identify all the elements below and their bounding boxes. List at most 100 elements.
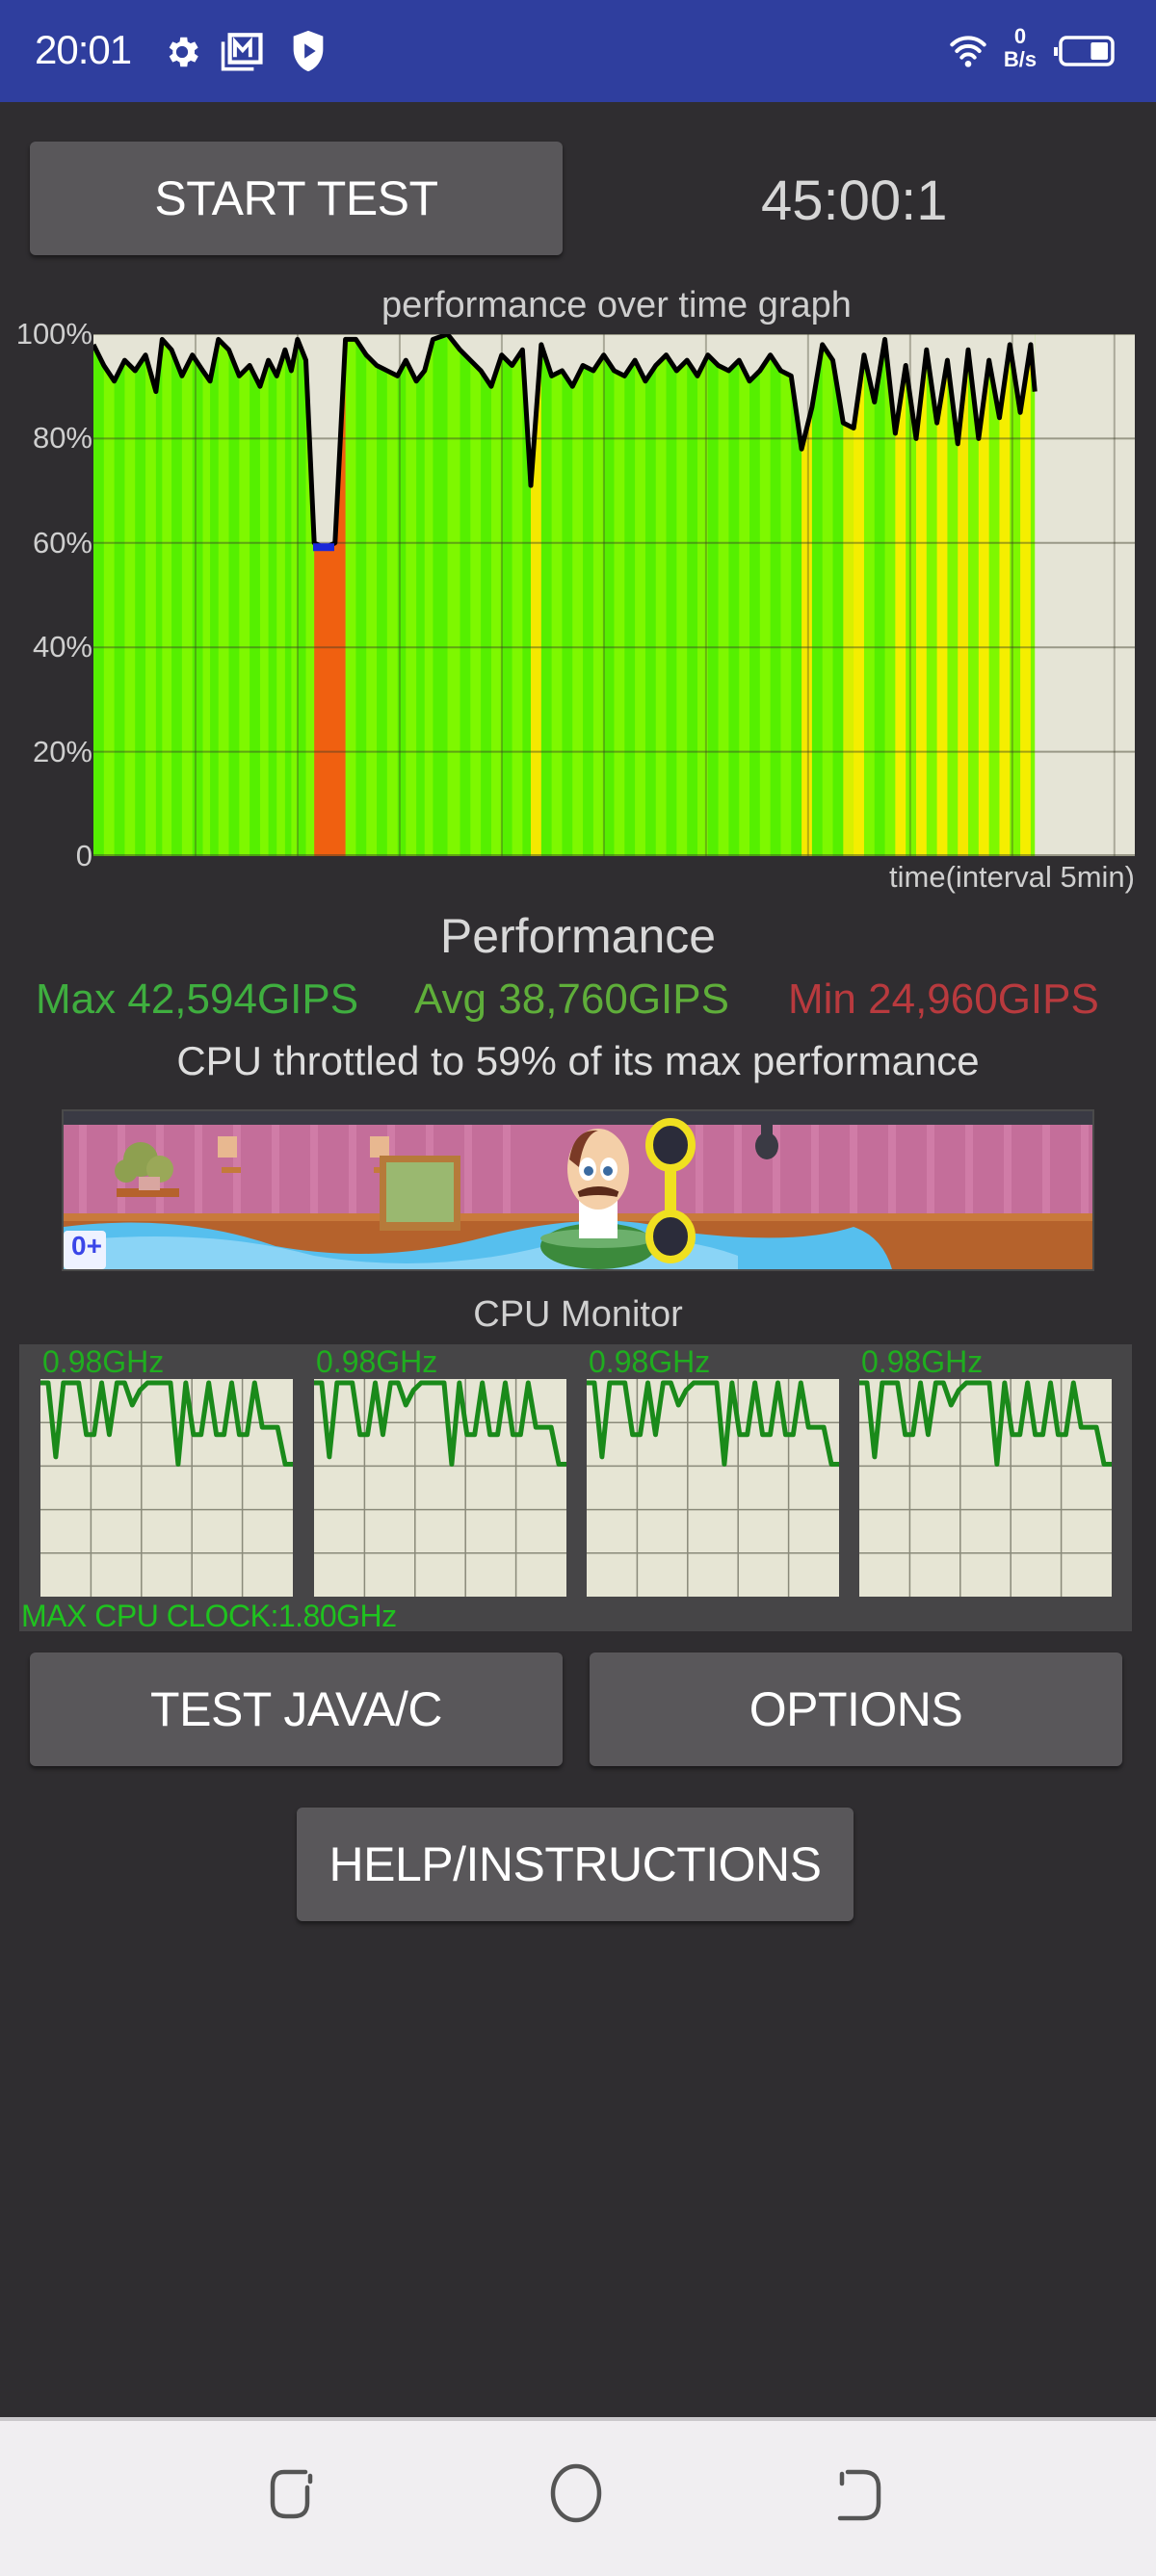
y-tick-60: 60% <box>32 526 92 559</box>
ad-illustration <box>64 1111 1092 1269</box>
performance-band <box>822 334 834 856</box>
test-java-c-button[interactable]: TEST JAVA/C <box>30 1652 563 1766</box>
performance-band <box>759 334 772 856</box>
performance-band <box>540 334 553 856</box>
performance-band <box>655 334 668 856</box>
performance-band <box>171 334 183 856</box>
performance-band <box>416 334 426 856</box>
performance-band <box>202 334 211 856</box>
cpu-monitor-title: CPU Monitor <box>473 1294 683 1335</box>
y-tick-0: 0 <box>75 839 92 872</box>
y-tick-80: 80% <box>32 421 92 455</box>
graph-title: performance over time graph <box>381 285 852 325</box>
help-instructions-button[interactable]: HELP/INSTRUCTIONS <box>297 1808 854 1921</box>
performance-band <box>874 334 886 856</box>
performance-band <box>239 334 250 856</box>
performance-band <box>155 334 163 856</box>
start-test-button[interactable]: START TEST <box>30 142 563 255</box>
min-point-marker <box>312 543 334 552</box>
back-icon[interactable] <box>834 2464 886 2524</box>
y-tick-20: 20% <box>32 735 92 768</box>
graph-empty-area <box>1035 334 1135 856</box>
net-speed-value: 0 <box>1013 24 1027 48</box>
performance-band <box>1030 334 1036 856</box>
options-button[interactable]: OPTIONS <box>590 1652 1122 1766</box>
performance-band <box>162 334 172 856</box>
performance-band <box>377 334 388 856</box>
throttle-text: CPU throttled to 59% of its max performa… <box>176 1038 980 1083</box>
performance-band <box>259 334 270 856</box>
performance-band <box>718 334 730 856</box>
performance-band <box>228 334 240 856</box>
performance-band <box>424 334 434 856</box>
performance-band <box>284 334 292 856</box>
performance-band <box>728 334 740 856</box>
x-axis-label: time(interval 5min) <box>889 860 1135 894</box>
y-tick-40: 40% <box>32 630 92 664</box>
cpu-core-graph <box>314 1379 566 1597</box>
performance-band <box>863 334 876 856</box>
performance-band <box>268 334 277 856</box>
performance-band <box>644 334 657 856</box>
performance-band <box>583 334 594 856</box>
performance-band <box>250 334 261 856</box>
performance-band <box>355 334 367 856</box>
performance-band <box>297 334 307 856</box>
ad-banner[interactable]: 0+ <box>62 1109 1094 1271</box>
performance-band <box>460 334 471 856</box>
performance-band <box>470 334 482 856</box>
performance-band <box>366 334 378 856</box>
performance-band <box>635 334 646 856</box>
performance-band <box>481 334 492 856</box>
navigation-bar <box>0 2417 1156 2576</box>
performance-band <box>406 334 417 856</box>
performance-band <box>749 334 761 856</box>
performance-band <box>93 334 105 856</box>
wifi-icon <box>950 36 986 67</box>
shield-play-icon <box>293 30 324 72</box>
performance-graph <box>93 334 1135 856</box>
gallery-mail-icon <box>221 33 263 71</box>
performance-band <box>345 334 357 856</box>
cpu-graph-background <box>859 1379 1112 1597</box>
performance-band <box>562 334 573 856</box>
performance-band <box>687 334 698 856</box>
performance-band <box>145 334 157 856</box>
cpu-graph-background <box>314 1379 566 1597</box>
home-icon[interactable] <box>548 2461 604 2525</box>
performance-band <box>386 334 399 856</box>
performance-band <box>676 334 688 856</box>
performance-band <box>551 334 564 856</box>
avg-gips: Avg 38,760GIPS <box>414 976 729 1023</box>
performance-band <box>614 334 625 856</box>
performance-band <box>666 334 677 856</box>
performance-band <box>192 334 204 856</box>
y-tick-100: 100% <box>15 317 92 351</box>
performance-band <box>592 334 605 856</box>
help-instructions-label: HELP/INSTRUCTIONS <box>328 1837 822 1891</box>
performance-band <box>276 334 286 856</box>
performance-band <box>770 334 782 856</box>
performance-band <box>103 334 116 856</box>
core-1-frequency: 0.98GHz <box>42 1344 165 1379</box>
performance-band <box>210 334 220 856</box>
performance-band <box>433 334 449 856</box>
performance-band <box>501 334 513 856</box>
test-java-c-label: TEST JAVA/C <box>150 1682 442 1736</box>
start-test-label: START TEST <box>154 171 438 225</box>
net-speed-unit: B/s <box>1003 47 1038 71</box>
cpu-graph-background <box>40 1379 293 1597</box>
cpu-graph-background <box>587 1379 839 1597</box>
performance-band <box>811 334 824 856</box>
min-gips: Min 24,960GIPS <box>788 976 1099 1023</box>
performance-band <box>739 334 750 856</box>
gear-icon <box>169 37 198 67</box>
performance-band <box>490 334 503 856</box>
net-speed: 0 B/s <box>996 25 1044 71</box>
performance-band <box>512 334 523 856</box>
performance-band <box>135 334 146 856</box>
performance-band <box>707 334 720 856</box>
performance-band <box>780 334 792 856</box>
cpu-core-graph <box>859 1379 1112 1597</box>
recents-icon[interactable] <box>267 2464 319 2524</box>
